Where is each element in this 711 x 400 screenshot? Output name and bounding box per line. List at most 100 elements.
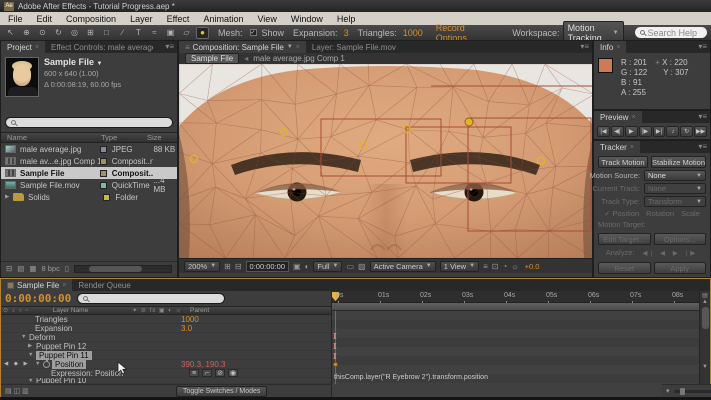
tab-project[interactable]: Project× (1, 41, 45, 53)
resolution-dropdown[interactable]: Full▼ (313, 261, 342, 272)
row-expression-position[interactable]: Expression: Position≡⌐⊘◉ (1, 369, 331, 378)
tab-preview[interactable]: Preview× (594, 111, 642, 123)
audio-button[interactable]: ♪ (666, 126, 679, 137)
twirl-icon[interactable]: ▶ (5, 194, 13, 200)
panel-menu-icon[interactable]: ▾≡ (698, 42, 707, 51)
tab-render-queue[interactable]: Render Queue (72, 279, 136, 291)
hand-tool[interactable]: ⊕ (20, 27, 33, 39)
analyze-buttons[interactable]: ◀| ◀ ▶ |▶ (642, 249, 698, 257)
track-motion-button[interactable]: Track Motion (598, 156, 648, 168)
expression-buttons[interactable]: ≡⌐⊘◉ (189, 369, 238, 377)
scroll-up-icon[interactable]: ▲ (702, 299, 708, 305)
grid-icon[interactable]: ≡ (483, 262, 488, 271)
ram-preview-button[interactable]: ▶▶ (694, 126, 707, 137)
timeline-search-input[interactable] (77, 293, 225, 304)
menu-effect[interactable]: Effect (167, 14, 190, 24)
project-item-sample-file[interactable]: Sample FileComposit..n (1, 167, 177, 179)
channels-icon[interactable]: ◐ (305, 262, 310, 271)
tab-tracker[interactable]: Tracker× (594, 141, 640, 153)
next-frame-button[interactable]: |▶ (639, 126, 652, 137)
project-item-male-av-e-jpg-comp-1[interactable]: male av...e.jpg Comp 1Composit..n (1, 155, 177, 167)
type-tool[interactable]: T (132, 27, 145, 39)
label-color-chip[interactable] (100, 170, 107, 177)
snapshot-icon[interactable]: ▣ (293, 262, 301, 271)
play-button[interactable]: ▶ (625, 126, 638, 137)
twirl-icon[interactable]: ▶ (28, 343, 36, 349)
motion-source-dropdown[interactable]: None▼ (644, 170, 706, 181)
tab-info[interactable]: Info× (594, 41, 626, 53)
rotation-checkbox[interactable]: Rotation (646, 209, 674, 218)
current-time-display[interactable]: 0:00:00:00 (5, 292, 71, 305)
twirl-icon[interactable]: ▼ (28, 378, 36, 384)
menu-view[interactable]: View (257, 14, 276, 24)
interpret-footage-icon[interactable]: ⊟ (6, 264, 12, 273)
property-value[interactable]: 3.0 (181, 324, 192, 333)
layer-name-column[interactable]: Layer Name (53, 307, 88, 314)
project-item-sample-file-mov[interactable]: Sample File.movQuickTime...4 MB (1, 179, 177, 191)
eraser-tool[interactable]: ▱ (180, 27, 193, 39)
menu-composition[interactable]: Composition (66, 14, 116, 24)
puppet-pin-tool[interactable]: ● (196, 27, 209, 39)
menu-edit[interactable]: Edit (37, 14, 53, 24)
property-value[interactable]: 390.3, 190.3 (181, 360, 225, 369)
twirl-icon[interactable]: ▼ (28, 352, 36, 358)
fast-preview-icon[interactable]: ◔ (502, 262, 507, 271)
label-color-chip[interactable] (103, 194, 110, 201)
twirl-icon[interactable]: ▼ (21, 334, 29, 340)
property-value[interactable]: 1000 (181, 315, 199, 324)
expression-text[interactable]: thisComp.layer("R Eyebrow 2").transform.… (334, 374, 488, 381)
tab-layer[interactable]: Layer: Sample File.mov (306, 41, 402, 53)
mesh-show-checkbox[interactable]: ✓ (250, 29, 257, 36)
options-button[interactable]: Options... (654, 233, 707, 245)
view-layout-dropdown[interactable]: 1 View▼ (440, 261, 479, 272)
triangles-value[interactable]: 1000 (403, 28, 423, 38)
menu-animation[interactable]: Animation (203, 14, 243, 24)
edit-target-button[interactable]: Edit Target... (598, 233, 651, 245)
close-icon[interactable]: × (35, 44, 39, 51)
menu-help[interactable]: Help (337, 14, 356, 24)
project-item-male-average-jpg[interactable]: male average.jpgJPEG88 KB (1, 143, 177, 155)
expansion-value[interactable]: 3 (344, 28, 349, 38)
pan-behind-tool[interactable]: ⊞ (84, 27, 97, 39)
comp-marker-icon[interactable]: ▤ (702, 292, 708, 299)
close-icon[interactable]: × (296, 44, 300, 51)
timeline-track-area[interactable]: 0s01s02s03s04s05s06s07s08s I I I thisCom… (331, 291, 701, 397)
safe-zones-icon[interactable]: ⊞ (224, 262, 231, 271)
mask-visibility-icon[interactable]: ⊟ (235, 262, 242, 271)
brush-tool[interactable]: ≈ (148, 27, 161, 39)
breadcrumb-parent[interactable]: male average.jpg Comp 1 (253, 54, 345, 63)
camera-dropdown[interactable]: Active Camera▼ (370, 261, 436, 272)
track-type-dropdown[interactable]: Transform▼ (644, 196, 706, 207)
exposure-value[interactable]: +0.0 (525, 262, 540, 271)
project-column-headers[interactable]: Name Type Size (1, 132, 177, 143)
close-icon[interactable]: × (62, 282, 66, 289)
panel-menu-icon[interactable]: ▾≡ (698, 142, 707, 151)
tab-effect-controls[interactable]: Effect Controls: male average.jpg (45, 41, 153, 53)
last-frame-button[interactable]: ▶| (653, 126, 666, 137)
clone-stamp-tool[interactable]: ▣ (164, 27, 177, 39)
pen-tool[interactable]: ∕ (116, 27, 129, 39)
preview-item-name[interactable]: Sample File ▼ (44, 57, 121, 67)
magnification-dropdown[interactable]: 200%▼ (184, 261, 220, 272)
panel-menu-icon[interactable]: ▾≡ (698, 112, 707, 121)
comp-timecode[interactable]: 0:00:00:00 (246, 261, 289, 272)
menu-window[interactable]: Window (291, 14, 323, 24)
position-checkbox[interactable]: ✓ Position (604, 209, 639, 218)
close-icon[interactable]: × (630, 144, 634, 151)
first-frame-button[interactable]: |◀ (597, 126, 610, 137)
unified-camera-tool[interactable]: ◎ (68, 27, 81, 39)
panel-menu-icon[interactable]: ▾≡ (580, 42, 589, 51)
time-ruler[interactable]: 0s01s02s03s04s05s06s07s08s (332, 291, 701, 303)
roi-icon[interactable]: ▭ (346, 262, 354, 271)
label-color-chip[interactable] (100, 158, 107, 165)
scroll-down-icon[interactable]: ▼ (702, 364, 708, 370)
search-help-input[interactable]: Search Help (635, 27, 707, 38)
zoom-out-icon[interactable]: ▾ (666, 387, 670, 395)
twirl-icon[interactable]: ▼ (35, 361, 43, 367)
row-puppet-pin-11[interactable]: ▼Puppet Pin 11 (1, 351, 331, 360)
new-comp-icon[interactable]: ▦ (29, 264, 36, 273)
close-icon[interactable]: × (631, 114, 635, 121)
stabilize-motion-button[interactable]: Stabilize Motion (651, 156, 706, 168)
zoom-tool[interactable]: ⊙ (36, 27, 49, 39)
label-color-chip[interactable] (100, 146, 107, 153)
